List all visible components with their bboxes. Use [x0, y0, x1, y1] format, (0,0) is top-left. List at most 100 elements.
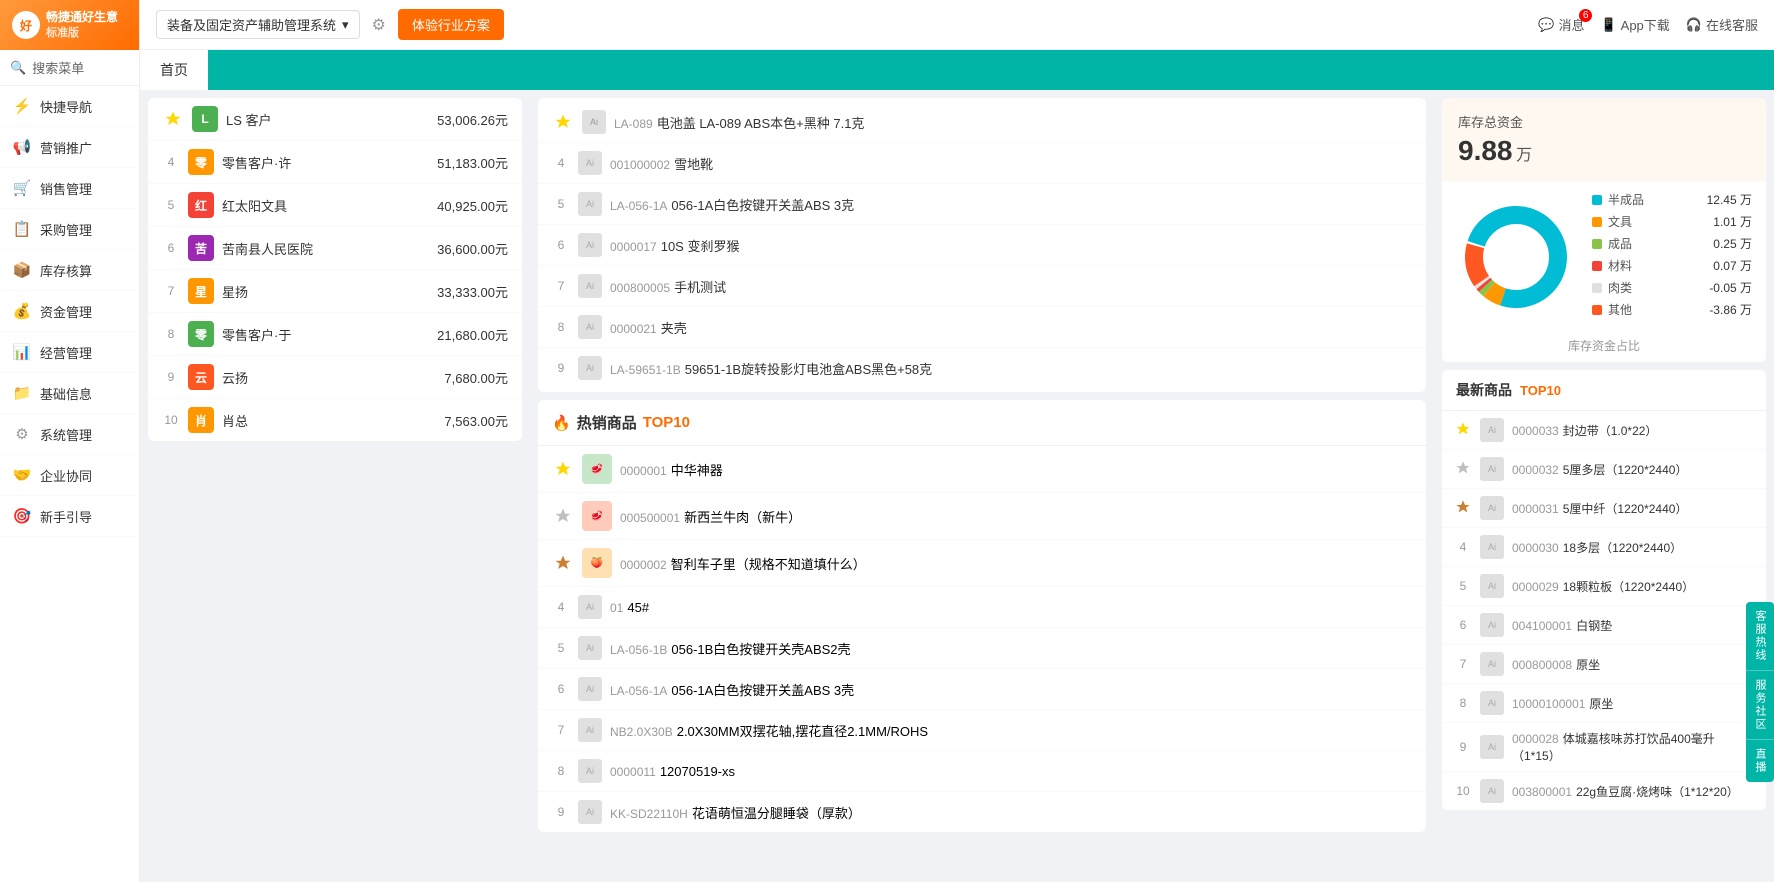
headset-icon: 🎧 [1686, 17, 1702, 33]
list-item: 9 Ai KK-SD22110H花语萌恒温分腿睡袋（厚款） [538, 792, 1426, 832]
rank-badge-1 [162, 108, 184, 130]
float-live-btn[interactable]: 直播 [1746, 740, 1774, 782]
right-panel: 库存总资金 9.88 万 [1434, 90, 1774, 882]
newest-products-header: 最新商品 TOP10 [1442, 370, 1766, 411]
table-row: Ai LA-089电池盖 LA-089 ABS本色+黑种 7.1克 [538, 102, 1426, 143]
purchase-icon: 📋 [12, 219, 32, 239]
product-img: Ai [1480, 691, 1504, 715]
marketing-icon: 📢 [12, 137, 32, 157]
inventory-icon: 📦 [12, 260, 32, 280]
donut-chart [1456, 197, 1576, 317]
product-img: Ai [1480, 652, 1504, 676]
list-item: 8 Ai 10000100001原坐 [1442, 684, 1766, 723]
search-menu[interactable]: 🔍 搜索菜单 [0, 50, 139, 86]
newest-products-card: 最新商品 TOP10 Ai 0000033封边带（1.0*22） Ai 0000… [1442, 370, 1766, 810]
legend-dot [1592, 195, 1602, 205]
avatar: 红 [188, 192, 214, 218]
legend-dot [1592, 239, 1602, 249]
sidebar-logo: 好 畅捷通好生意 标准版 [0, 0, 139, 50]
product-img: Ai [578, 233, 602, 257]
sales-product-card: Ai LA-089电池盖 LA-089 ABS本色+黑种 7.1克 4 Ai 0… [538, 98, 1426, 392]
message-item[interactable]: 💬 消息 6 [1538, 15, 1584, 34]
list-item: 9 Ai 0000028体城嘉核味苏打饮品400毫升（1*15） [1442, 723, 1766, 772]
product-img: Ai [1480, 496, 1504, 520]
topbar-right: 💬 消息 6 📱 App下载 🎧 在线客服 [1538, 15, 1758, 34]
fire-icon: 🔥 [552, 414, 571, 432]
main-area: 装备及固定资产辅助管理系统 ▾ ⚙ 体验行业方案 💬 消息 6 📱 App下载 … [140, 0, 1774, 882]
nav-tabs: 首页 [140, 50, 1774, 90]
avatar: 云 [188, 364, 214, 390]
operations-icon: 📊 [12, 342, 32, 362]
legend-dot [1592, 217, 1602, 227]
legend-item: 文具 1.01 万 [1592, 213, 1752, 230]
sidebar-item-sales[interactable]: 🛒 销售管理 [0, 168, 139, 209]
content-area: L LS 客户 53,006.26元 4 零 零售客户·许 51,183.00元… [140, 90, 1774, 882]
guide-icon: 🎯 [12, 506, 32, 526]
list-item: 8 Ai 000001112070519-xs [538, 751, 1426, 792]
legend-item: 半成品 12.45 万 [1592, 191, 1752, 208]
sidebar-item-shortcuts[interactable]: ⚡ 快捷导航 [0, 86, 139, 127]
search-icon: 🔍 [10, 60, 26, 76]
rank-badge-3 [552, 552, 574, 574]
product-img: Ai [1480, 779, 1504, 803]
sidebar-item-system[interactable]: ⚙ 系统管理 [0, 414, 139, 455]
product-img: Ai [1480, 574, 1504, 598]
legend-item: 成品 0.25 万 [1592, 235, 1752, 252]
table-row: 8 Ai 0000021夹壳 [538, 307, 1426, 348]
middle-panel: Ai LA-089电池盖 LA-089 ABS本色+黑种 7.1克 4 Ai 0… [530, 90, 1434, 882]
list-item: 🥩 0000001中华神器 [538, 446, 1426, 493]
customer-top10-card: L LS 客户 53,006.26元 4 零 零售客户·许 51,183.00元… [148, 98, 522, 441]
sidebar-item-operations[interactable]: 📊 经营管理 [0, 332, 139, 373]
system-selector[interactable]: 装备及固定资产辅助管理系统 ▾ [156, 10, 360, 39]
sidebar-item-purchase[interactable]: 📋 采购管理 [0, 209, 139, 250]
list-item: 5 Ai LA-056-1B056-1B白色按键开关壳ABS2壳 [538, 628, 1426, 669]
system-icon: ⚙ [12, 424, 32, 444]
table-row: 6 苦 苦南县人民医院 36,600.00元 [148, 227, 522, 270]
sidebar-item-marketing[interactable]: 📢 营销推广 [0, 127, 139, 168]
legend-item: 肉类 -0.05 万 [1592, 279, 1752, 296]
list-item: 7 Ai 000800008原坐 [1442, 645, 1766, 684]
avatar: 零 [188, 321, 214, 347]
mobile-icon: 📱 [1600, 17, 1616, 33]
list-item: Ai 00000325厘多层（1220*2440） [1442, 450, 1766, 489]
product-img: Ai [582, 110, 606, 134]
float-hotline-btn[interactable]: 客服热线 [1746, 602, 1774, 671]
rank-badge-2 [552, 505, 574, 527]
product-img: Ai [1480, 735, 1504, 759]
product-img: Ai [578, 759, 602, 783]
chart-legend: 半成品 12.45 万 文具 1.01 万 成品 0.25 万 [1592, 191, 1752, 323]
sidebar-item-basics[interactable]: 📁 基础信息 [0, 373, 139, 414]
float-community-btn[interactable]: 服务社区 [1746, 671, 1774, 740]
tab-home[interactable]: 首页 [140, 50, 208, 90]
trial-button[interactable]: 体验行业方案 [398, 9, 504, 40]
table-row: 8 零 零售客户·于 21,680.00元 [148, 313, 522, 356]
sidebar-item-cooperation[interactable]: 🤝 企业协同 [0, 455, 139, 496]
left-panel: L LS 客户 53,006.26元 4 零 零售客户·许 51,183.00元… [140, 90, 530, 882]
sidebar-item-finance[interactable]: 💰 资金管理 [0, 291, 139, 332]
settings-icon[interactable]: ⚙ [372, 15, 386, 35]
list-item: 🥩 000500001新西兰牛肉（新牛） [538, 493, 1426, 540]
table-row: 10 肖 肖总 7,563.00元 [148, 399, 522, 441]
sidebar-item-inventory[interactable]: 📦 库存核算 [0, 250, 139, 291]
list-item: Ai 00000315厘中纤（1220*2440） [1442, 489, 1766, 528]
sidebar-item-guide[interactable]: 🎯 新手引导 [0, 496, 139, 537]
list-item: 5 Ai 000002918颗粒板（1220*2440） [1442, 567, 1766, 606]
table-row: 6 Ai 000001710S 变刹罗猴 [538, 225, 1426, 266]
list-item: Ai 0000033封边带（1.0*22） [1442, 411, 1766, 450]
logo-text: 畅捷通好生意 标准版 [46, 10, 118, 40]
topbar: 装备及固定资产辅助管理系统 ▾ ⚙ 体验行业方案 💬 消息 6 📱 App下载 … [140, 0, 1774, 50]
product-img: Ai [578, 356, 602, 380]
product-thumbnail: 🥩 [582, 454, 612, 484]
table-row: 5 红 红太阳文具 40,925.00元 [148, 184, 522, 227]
logo-icon: 好 [12, 11, 40, 39]
avatar: L [192, 106, 218, 132]
online-service-item[interactable]: 🎧 在线客服 [1686, 15, 1758, 34]
table-row: L LS 客户 53,006.26元 [148, 98, 522, 141]
product-img: Ai [578, 151, 602, 175]
app-download-item[interactable]: 📱 App下载 [1600, 15, 1669, 34]
hot-products-card: 🔥 热销商品 TOP10 🥩 0000001中华神器 🥩 00 [538, 400, 1426, 832]
rank-badge-1 [552, 458, 574, 480]
product-thumbnail: 🍑 [582, 548, 612, 578]
avatar: 零 [188, 149, 214, 175]
list-item: 🍑 0000002智利车子里（规格不知道填什么） [538, 540, 1426, 587]
